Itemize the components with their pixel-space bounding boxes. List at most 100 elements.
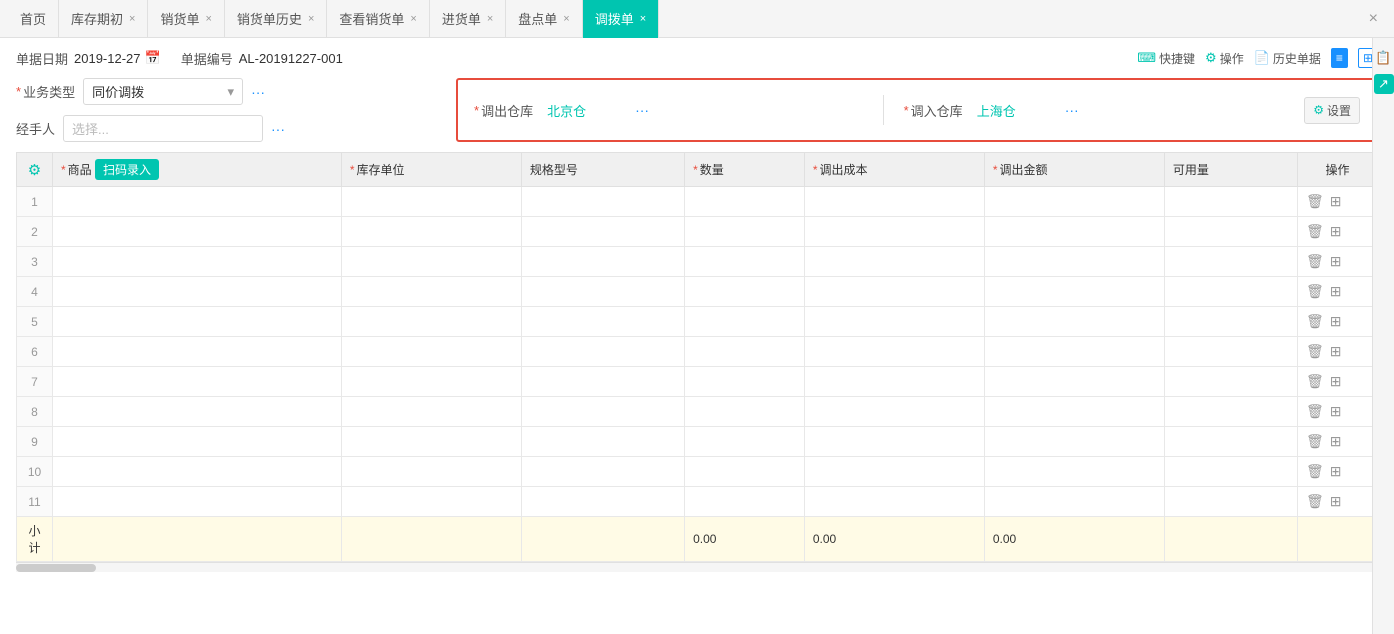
available-cell-5[interactable] [1164,307,1297,337]
close-all-tabs-button[interactable]: × [1361,10,1386,28]
close-transfer-order[interactable]: × [640,13,646,25]
delete-row-icon[interactable]: 🗑 [1306,463,1324,480]
close-sales-order[interactable]: × [205,13,211,25]
delete-row-icon[interactable]: 🗑 [1306,403,1324,420]
operator-more-icon[interactable]: ··· [271,121,285,137]
qty-cell-1[interactable] [685,187,805,217]
amount-cell-3[interactable] [984,247,1164,277]
qty-cell-8[interactable] [685,397,805,427]
unit-cell-1[interactable] [341,187,521,217]
unit-cell-8[interactable] [341,397,521,427]
warehouse-out-more-icon[interactable]: ··· [635,102,649,118]
product-cell-9[interactable] [53,427,342,457]
col-settings-header[interactable]: ⚙ [17,153,53,187]
product-cell-3[interactable] [53,247,342,277]
scan-entry-button[interactable]: 扫码录入 [95,159,159,180]
product-cell-2[interactable] [53,217,342,247]
layout-list-button[interactable]: ≡ [1331,48,1348,68]
close-view-sales[interactable]: × [410,13,416,25]
qty-cell-11[interactable] [685,487,805,517]
available-cell-11[interactable] [1164,487,1297,517]
available-cell-2[interactable] [1164,217,1297,247]
cost-cell-2[interactable] [804,217,984,247]
delete-row-icon[interactable]: 🗑 [1306,343,1324,360]
copy-row-icon[interactable]: ⊞ [1330,223,1342,240]
qty-cell-6[interactable] [685,337,805,367]
sidebar-document-icon[interactable]: 📋 [1374,48,1394,68]
business-type-more-icon[interactable]: ··· [251,84,265,100]
qty-cell-7[interactable] [685,367,805,397]
spec-cell-5[interactable] [521,307,684,337]
copy-row-icon[interactable]: ⊞ [1330,433,1342,450]
qty-cell-4[interactable] [685,277,805,307]
delete-row-icon[interactable]: 🗑 [1306,253,1324,270]
product-cell-8[interactable] [53,397,342,427]
business-type-select[interactable]: 同价调拨 ▾ [83,78,243,105]
available-cell-10[interactable] [1164,457,1297,487]
quick-keys-button[interactable]: ⌨ 快捷键 [1137,50,1195,67]
unit-cell-6[interactable] [341,337,521,367]
unit-cell-11[interactable] [341,487,521,517]
qty-cell-10[interactable] [685,457,805,487]
product-cell-11[interactable] [53,487,342,517]
close-stock-take[interactable]: × [563,13,569,25]
amount-cell-10[interactable] [984,457,1164,487]
amount-cell-2[interactable] [984,217,1164,247]
unit-cell-2[interactable] [341,217,521,247]
available-cell-3[interactable] [1164,247,1297,277]
warehouse-in-more-icon[interactable]: ··· [1065,102,1079,118]
spec-cell-2[interactable] [521,217,684,247]
tab-sales-order[interactable]: 销货单 × [148,0,224,38]
copy-row-icon[interactable]: ⊞ [1330,343,1342,360]
available-cell-8[interactable] [1164,397,1297,427]
qty-cell-2[interactable] [685,217,805,247]
settings-button[interactable]: ⚙ 设置 [1304,97,1360,124]
history-docs-button[interactable]: 📄 历史单据 [1254,50,1321,67]
spec-cell-6[interactable] [521,337,684,367]
tab-view-sales[interactable]: 查看销货单 × [327,0,429,38]
spec-cell-10[interactable] [521,457,684,487]
cost-cell-10[interactable] [804,457,984,487]
delete-row-icon[interactable]: 🗑 [1306,283,1324,300]
available-cell-1[interactable] [1164,187,1297,217]
cost-cell-6[interactable] [804,337,984,367]
spec-cell-11[interactable] [521,487,684,517]
product-cell-7[interactable] [53,367,342,397]
spec-cell-7[interactable] [521,367,684,397]
copy-row-icon[interactable]: ⊞ [1330,493,1342,510]
qty-cell-9[interactable] [685,427,805,457]
column-settings-icon[interactable]: ⚙ [28,162,41,179]
cost-cell-11[interactable] [804,487,984,517]
unit-cell-3[interactable] [341,247,521,277]
available-cell-6[interactable] [1164,337,1297,367]
spec-cell-4[interactable] [521,277,684,307]
qty-cell-5[interactable] [685,307,805,337]
cost-cell-4[interactable] [804,277,984,307]
tab-home[interactable]: 首页 [8,0,59,38]
tab-sales-history[interactable]: 销货单历史 × [225,0,327,38]
copy-row-icon[interactable]: ⊞ [1330,283,1342,300]
product-cell-10[interactable] [53,457,342,487]
available-cell-9[interactable] [1164,427,1297,457]
copy-row-icon[interactable]: ⊞ [1330,403,1342,420]
cost-cell-1[interactable] [804,187,984,217]
spec-cell-9[interactable] [521,427,684,457]
unit-cell-5[interactable] [341,307,521,337]
tab-purchase-order[interactable]: 进货单 × [430,0,506,38]
copy-row-icon[interactable]: ⊞ [1330,253,1342,270]
cost-cell-9[interactable] [804,427,984,457]
amount-cell-7[interactable] [984,367,1164,397]
spec-cell-1[interactable] [521,187,684,217]
copy-row-icon[interactable]: ⊞ [1330,313,1342,330]
spec-cell-3[interactable] [521,247,684,277]
available-cell-4[interactable] [1164,277,1297,307]
copy-row-icon[interactable]: ⊞ [1330,373,1342,390]
delete-row-icon[interactable]: 🗑 [1306,493,1324,510]
amount-cell-9[interactable] [984,427,1164,457]
operations-button[interactable]: ⚙ 操作 [1205,50,1244,67]
cost-cell-3[interactable] [804,247,984,277]
delete-row-icon[interactable]: 🗑 [1306,313,1324,330]
qty-cell-3[interactable] [685,247,805,277]
spec-cell-8[interactable] [521,397,684,427]
amount-cell-8[interactable] [984,397,1164,427]
